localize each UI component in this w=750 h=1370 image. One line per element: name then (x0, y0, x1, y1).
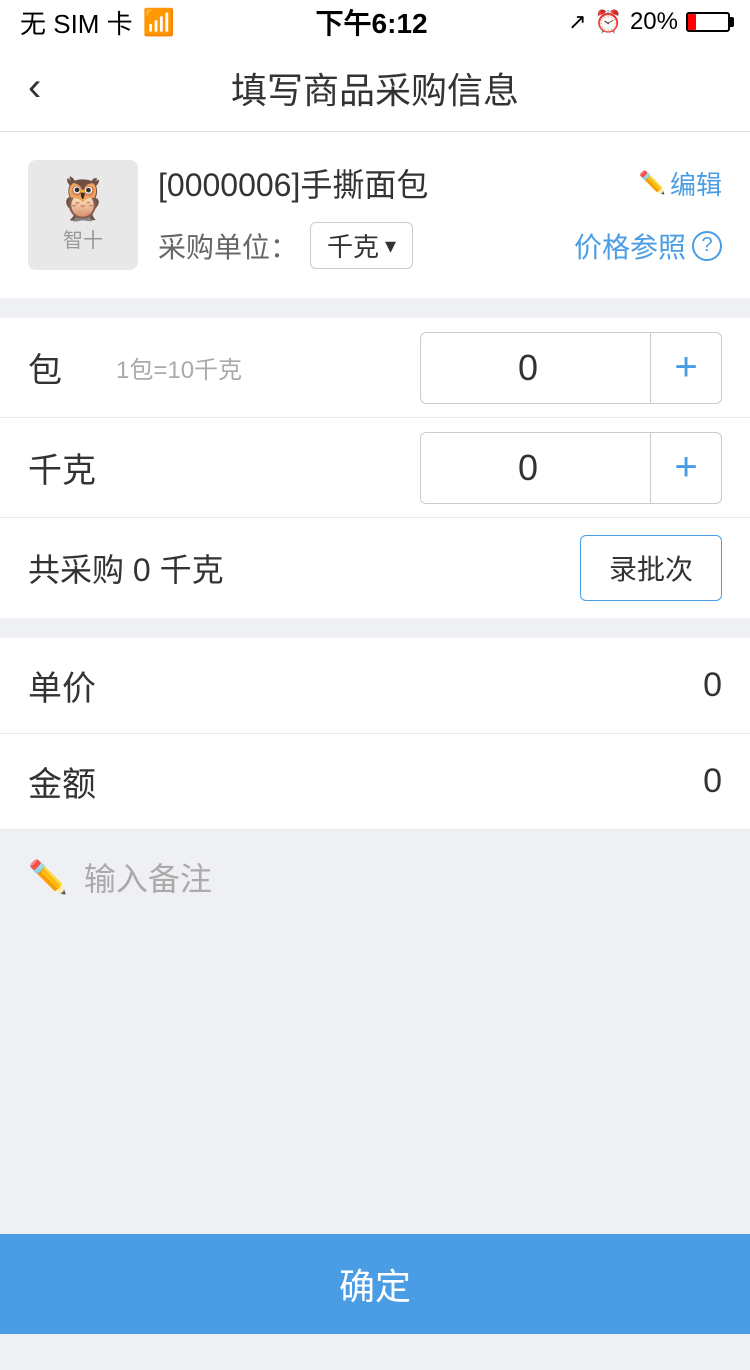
edit-icon: ✏️ (639, 170, 666, 196)
status-left: 无 SIM 卡 📶 (20, 4, 175, 41)
battery-percent: 20% (630, 8, 678, 36)
product-img-label: 智十 (63, 224, 103, 253)
unit-prefix-label: 采购单位： (158, 226, 298, 266)
purchase-unit-left: 采购单位： 千克 ▾ (158, 222, 413, 269)
section-divider-2 (0, 618, 750, 638)
kg-input-right: + (420, 432, 722, 504)
summary-row: 共采购 0 千克 录批次 (0, 518, 750, 618)
amount-label: 金额 (28, 757, 96, 806)
edit-label: 编辑 (670, 165, 722, 202)
info-icon: ? (692, 231, 722, 261)
amount-value: 0 (703, 762, 722, 801)
price-ref-button[interactable]: 价格参照 ? (574, 226, 722, 266)
edit-button[interactable]: ✏️ 编辑 (639, 165, 722, 202)
product-name-row: [0000006]手撕面包 ✏️ 编辑 (158, 160, 722, 206)
record-batch-button[interactable]: 录批次 (580, 535, 722, 601)
unit-price-value: 0 (703, 666, 722, 705)
price-section: 单价 0 金额 0 (0, 638, 750, 830)
kg-input-row: 千克 + (0, 418, 750, 518)
alarm-icon: ⏰ (595, 9, 622, 35)
section-divider-1 (0, 298, 750, 318)
unit-price-label: 单价 (28, 661, 96, 710)
bag-quantity-input[interactable] (420, 332, 650, 404)
product-info: [0000006]手撕面包 ✏️ 编辑 采购单位： 千克 ▾ 价格参照 ? (158, 160, 722, 269)
unit-select[interactable]: 千克 ▾ (310, 222, 413, 269)
unit-value: 千克 (327, 227, 379, 264)
pencil-icon: ✏️ (28, 858, 68, 896)
product-owl-icon: 🦉 (57, 178, 109, 220)
remark-placeholder: 输入备注 (84, 854, 212, 900)
location-icon: ↗ (568, 9, 586, 35)
product-name: [0000006]手撕面包 (158, 160, 428, 206)
battery-indicator (686, 12, 730, 32)
summary-text: 共采购 0 千克 (28, 545, 224, 591)
page-title: 填写商品采购信息 (231, 62, 519, 114)
status-bar: 无 SIM 卡 📶 下午6:12 ↗ ⏰ 20% (0, 0, 750, 44)
carrier-label: 无 SIM 卡 (20, 4, 133, 41)
unit-price-row: 单价 0 (0, 638, 750, 734)
price-ref-label: 价格参照 (574, 226, 686, 266)
wifi-icon: 📶 (143, 7, 175, 38)
bag-label: 包 (28, 343, 108, 392)
back-button[interactable]: ‹ (28, 65, 41, 110)
kg-plus-button[interactable]: + (650, 432, 722, 504)
kg-quantity-input[interactable] (420, 432, 650, 504)
nav-bar: ‹ 填写商品采购信息 (0, 44, 750, 132)
bag-plus-button[interactable]: + (650, 332, 722, 404)
kg-label: 千克 (28, 443, 108, 492)
status-right: ↗ ⏰ 20% (568, 8, 730, 36)
input-section: 包 1包=10千克 + 千克 + (0, 318, 750, 518)
purchase-unit-row: 采购单位： 千克 ▾ 价格参照 ? (158, 222, 722, 269)
bag-input-row: 包 1包=10千克 + (0, 318, 750, 418)
amount-row: 金额 0 (0, 734, 750, 830)
chevron-down-icon: ▾ (385, 233, 396, 259)
remark-input-row[interactable]: ✏️ 输入备注 (28, 854, 722, 900)
confirm-button[interactable]: 确定 (0, 1234, 750, 1334)
bag-sublabel: 1包=10千克 (116, 350, 242, 385)
product-image: 🦉 智十 (28, 160, 138, 270)
clock: 下午6:12 (316, 2, 428, 42)
product-card: 🦉 智十 [0000006]手撕面包 ✏️ 编辑 采购单位： 千克 ▾ 价格参照… (0, 132, 750, 298)
remark-area: ✏️ 输入备注 (0, 830, 750, 1030)
bag-input-right: + (420, 332, 722, 404)
